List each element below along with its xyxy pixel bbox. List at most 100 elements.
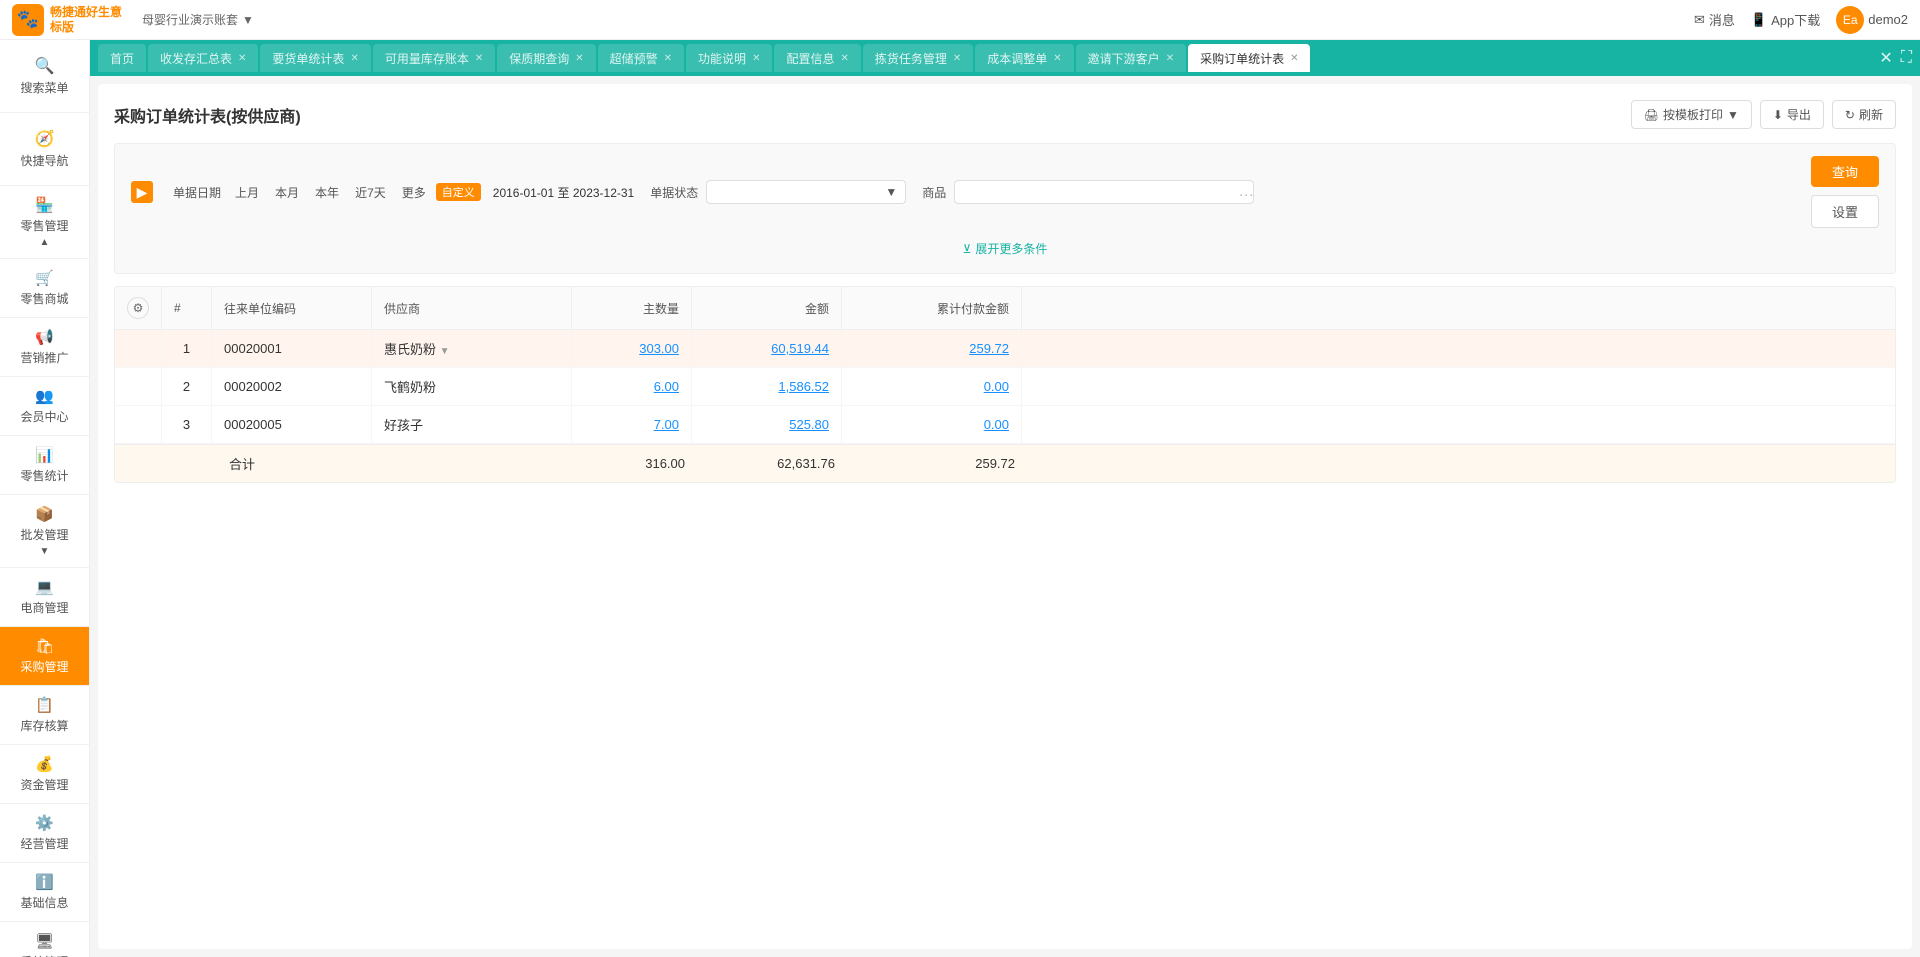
- td-num: 2: [162, 368, 212, 406]
- th-amount: 金额: [692, 287, 842, 330]
- date-shortcut-this-year[interactable]: 本年: [309, 182, 345, 203]
- tab-maximize-button[interactable]: ⛶: [1901, 49, 1912, 67]
- quick-nav-section: 🧭 快捷导航: [0, 113, 89, 186]
- tab-close-icon[interactable]: ✕: [1166, 53, 1174, 64]
- tab-available-stock[interactable]: 可用量库存账本 ✕: [373, 44, 495, 72]
- td-empty: [1022, 406, 1896, 444]
- table-header-row: ⚙ # 往来单位编码 供应商 主数量 金额 累计付款金额: [115, 287, 1895, 330]
- logo-text: 畅捷通好生意 标版: [50, 5, 122, 34]
- tab-bar-actions: ✕ ⛶: [1879, 48, 1912, 68]
- user-profile[interactable]: Ea demo2: [1836, 6, 1908, 34]
- table-body: 1 00020001 惠氏奶粉 ▼ 303.00 60,519.44 259.7…: [115, 330, 1895, 444]
- date-shortcut-more[interactable]: 更多: [396, 182, 432, 203]
- sidebar-item-inventory[interactable]: 📋 库存核算: [0, 686, 89, 745]
- sidebar-item-system[interactable]: 🖥 系统管理: [0, 922, 89, 957]
- th-code: 往来单位编码: [212, 287, 372, 330]
- expand-more-button[interactable]: ⊻ 展开更多条件: [963, 236, 1048, 261]
- sidebar-item-purchase[interactable]: 🛍 采购管理: [0, 627, 89, 686]
- finance-icon: 💰: [35, 755, 54, 773]
- data-table-container: ⚙ # 往来单位编码 供应商 主数量 金额 累计付款金额: [114, 286, 1896, 483]
- refresh-icon: ↻: [1845, 108, 1855, 122]
- message-button[interactable]: ✉ 消息: [1694, 10, 1735, 29]
- tab-close-all-button[interactable]: ✕: [1879, 48, 1892, 68]
- page-content: 采购订单统计表(按供应商) 🖨 按模板打印 ▼ ⬇ 导出 ↻: [90, 76, 1920, 957]
- info-icon: ℹ️: [35, 873, 54, 891]
- td-code: 00020001: [212, 330, 372, 368]
- date-shortcuts: 上月 本月 本年 近7天 更多 自定义: [229, 182, 481, 203]
- sidebar-item-member-center[interactable]: 👥 会员中心: [0, 377, 89, 436]
- app-download-icon: 📱: [1751, 12, 1767, 28]
- tab-invite-downstream[interactable]: 邀请下游客户 ✕: [1076, 44, 1186, 72]
- tab-picking-task[interactable]: 拣货任务管理 ✕: [863, 44, 973, 72]
- table-row[interactable]: 3 00020005 好孩子 7.00 525.80 0.00: [115, 406, 1895, 444]
- sidebar-item-retail-management[interactable]: 🏪 零售管理 ▲: [0, 186, 89, 259]
- tab-close-icon[interactable]: ✕: [475, 53, 483, 64]
- refresh-button[interactable]: ↻ 刷新: [1832, 100, 1896, 129]
- goods-input-more-icon[interactable]: …: [1238, 183, 1254, 201]
- table-footer: 合计 316.00 62,631.76 259.72: [115, 444, 1895, 482]
- filter-toggle-button[interactable]: ▶: [131, 181, 153, 203]
- sidebar-item-retail-stats[interactable]: 📊 零售统计: [0, 436, 89, 495]
- footer-label: 合计: [217, 454, 377, 473]
- custom-date-tag[interactable]: 自定义: [436, 183, 481, 201]
- goods-input[interactable]: [954, 180, 1254, 204]
- sidebar-item-basic-info[interactable]: ℹ️ 基础信息: [0, 863, 89, 922]
- td-paid: 259.72: [842, 330, 1022, 368]
- tab-config-info[interactable]: 配置信息 ✕: [774, 44, 860, 72]
- query-button[interactable]: 查询: [1811, 156, 1879, 187]
- tab-close-icon[interactable]: ✕: [238, 53, 246, 64]
- tab-purchase-order-stats[interactable]: 采购订单统计表 ✕: [1188, 44, 1310, 72]
- td-code: 00020005: [212, 406, 372, 444]
- footer-qty: 316.00: [577, 456, 697, 471]
- settings-button[interactable]: 设置: [1811, 195, 1879, 228]
- logo-area: 🐾 畅捷通好生意 标版: [12, 4, 122, 36]
- tab-close-icon[interactable]: ✕: [840, 53, 848, 64]
- sidebar-item-operations[interactable]: ⚙️ 经营管理: [0, 804, 89, 863]
- sidebar-item-ecommerce[interactable]: 💻 电商管理: [0, 568, 89, 627]
- tab-close-icon[interactable]: ✕: [1053, 53, 1061, 64]
- tab-expiry-query[interactable]: 保质期查询 ✕: [497, 44, 595, 72]
- printer-icon: 🖨: [1644, 108, 1659, 122]
- quick-nav-button[interactable]: 🧭 快捷导航: [0, 123, 89, 175]
- tab-close-icon[interactable]: ✕: [1290, 53, 1298, 64]
- template-print-button[interactable]: 🖨 按模板打印 ▼: [1631, 100, 1752, 129]
- status-select[interactable]: ▼: [706, 180, 906, 204]
- app-download-button[interactable]: 📱 App下载: [1751, 10, 1820, 29]
- tab-close-icon[interactable]: ✕: [752, 53, 760, 64]
- tab-close-icon[interactable]: ✕: [953, 53, 961, 64]
- search-menu-button[interactable]: 🔍 搜索菜单: [0, 50, 89, 102]
- tab-receive-summary[interactable]: 收发存汇总表 ✕: [148, 44, 258, 72]
- sidebar-item-marketing[interactable]: 📢 营销推广: [0, 318, 89, 377]
- export-icon: ⬇: [1773, 108, 1783, 122]
- tab-feature-desc[interactable]: 功能说明 ✕: [686, 44, 772, 72]
- filter-row-main: ▶ 单据日期 上月 本月 本年 近7天 更多 自定义: [131, 156, 1879, 228]
- top-bar: 🐾 畅捷通好生意 标版 母婴行业演示账套 ▼ ✉ 消息 📱 App下载 Ea d…: [0, 0, 1920, 40]
- sidebar-item-wholesale[interactable]: 📦 批发管理 ▼: [0, 495, 89, 568]
- table-row[interactable]: 1 00020001 惠氏奶粉 ▼ 303.00 60,519.44 259.7…: [115, 330, 1895, 368]
- tab-close-icon[interactable]: ✕: [350, 53, 358, 64]
- tab-close-icon[interactable]: ✕: [664, 53, 672, 64]
- date-range-display: 2016-01-01 至 2023-12-31: [493, 184, 634, 201]
- td-supplier: 飞鹤奶粉: [372, 368, 572, 406]
- table-row[interactable]: 2 00020002 飞鹤奶粉 6.00 1,586.52 0.00: [115, 368, 1895, 406]
- tab-cost-adjustment[interactable]: 成本调整单 ✕: [975, 44, 1073, 72]
- date-shortcut-last-month[interactable]: 上月: [229, 182, 265, 203]
- tab-close-icon[interactable]: ✕: [575, 53, 583, 64]
- wholesale-icon: 📦: [35, 505, 54, 523]
- sidebar-item-retail-store[interactable]: 🛒 零售商城: [0, 259, 89, 318]
- sidebar-item-finance[interactable]: 💰 资金管理: [0, 745, 89, 804]
- tab-home[interactable]: 首页: [98, 44, 146, 72]
- purchase-icon: 🛍: [35, 637, 54, 655]
- message-icon: ✉: [1694, 12, 1705, 28]
- dropdown-icon: ▼: [1727, 108, 1739, 122]
- td-check: [115, 330, 162, 368]
- export-button[interactable]: ⬇ 导出: [1760, 100, 1824, 129]
- filter-area: ▶ 单据日期 上月 本月 本年 近7天 更多 自定义: [114, 143, 1896, 274]
- logo-icon: 🐾: [12, 4, 44, 36]
- date-shortcut-7days[interactable]: 近7天: [349, 182, 392, 203]
- tab-goods-stats[interactable]: 要货单统计表 ✕: [260, 44, 370, 72]
- column-settings-icon[interactable]: ⚙: [127, 297, 149, 319]
- tab-overstock-warning[interactable]: 超储预警 ✕: [598, 44, 684, 72]
- date-shortcut-this-month[interactable]: 本月: [269, 182, 305, 203]
- store-icon: 🛒: [35, 269, 54, 287]
